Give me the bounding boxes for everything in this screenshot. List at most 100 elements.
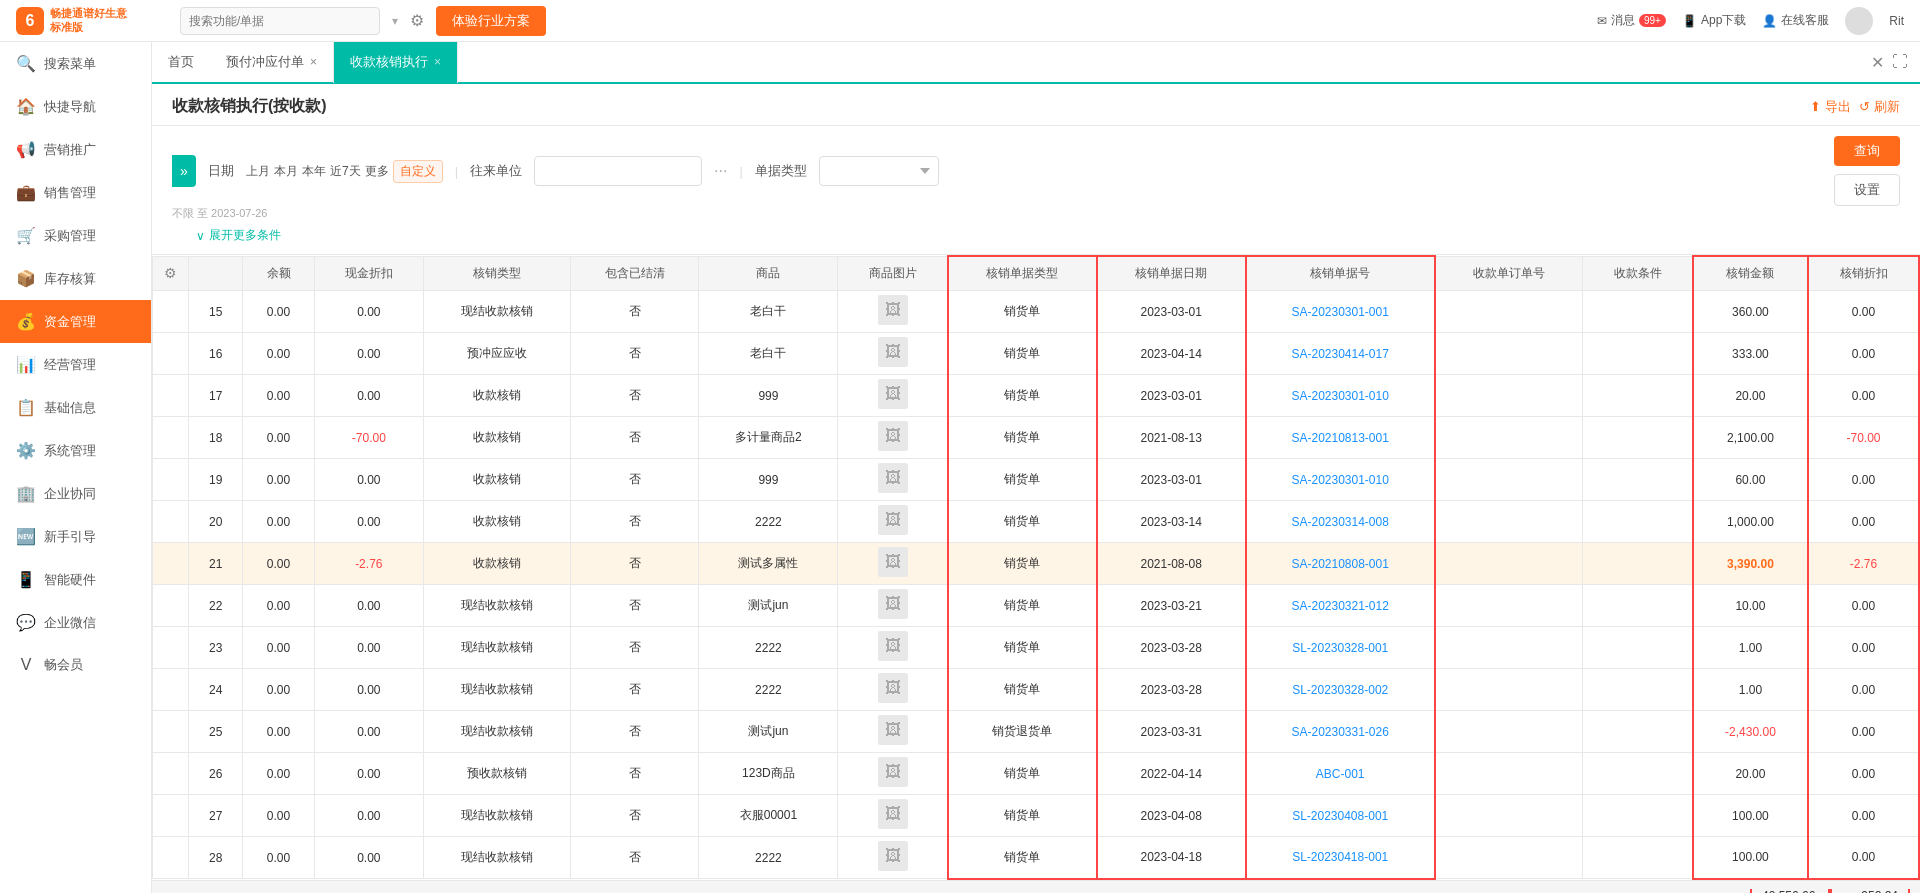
export-icon: ⬆ xyxy=(1810,99,1821,114)
td-include-settled-11: 否 xyxy=(571,753,699,795)
sidebar-item-smart-hw[interactable]: 📱 智能硬件 xyxy=(0,558,151,601)
td-include-settled-8: 否 xyxy=(571,627,699,669)
doc-no-link-2[interactable]: SA-20230301-010 xyxy=(1291,389,1388,403)
date-this-year[interactable]: 本年 xyxy=(302,163,326,180)
top-search-input[interactable] xyxy=(180,7,380,35)
tab-home[interactable]: 首页 xyxy=(152,42,210,83)
td-include-settled-3: 否 xyxy=(571,417,699,459)
sidebar-item-member[interactable]: V 畅会员 xyxy=(0,644,151,686)
voucher-type-select[interactable] xyxy=(819,156,939,186)
td-write-off-amount-2: 20.00 xyxy=(1693,375,1808,417)
sidebar-item-quick-nav[interactable]: 🏠 快捷导航 xyxy=(0,85,151,128)
td-write-off-discount-0: 0.00 xyxy=(1808,291,1919,333)
td-write-off-doc-no-12: SL-20230408-001 xyxy=(1246,795,1435,837)
date-7days[interactable]: 近7天 xyxy=(330,163,361,180)
sidebar-icon-wechat: 💬 xyxy=(16,613,36,632)
date-last-month[interactable]: 上月 xyxy=(246,163,270,180)
sidebar-item-guide[interactable]: 🆕 新手引导 xyxy=(0,515,151,558)
sidebar-item-marketing[interactable]: 📢 营销推广 xyxy=(0,128,151,171)
th-settings[interactable]: ⚙ xyxy=(153,256,189,291)
tab-close-receipt[interactable]: × xyxy=(434,55,441,69)
td-balance-11: 0.00 xyxy=(243,753,314,795)
sidebar-item-search-menu[interactable]: 🔍 搜索菜单 xyxy=(0,42,151,85)
date-this-month[interactable]: 本月 xyxy=(274,163,298,180)
doc-no-link-5[interactable]: SA-20230314-008 xyxy=(1291,515,1388,529)
svg-text:🖼: 🖼 xyxy=(885,847,901,864)
doc-no-link-8[interactable]: SL-20230328-001 xyxy=(1292,641,1388,655)
avatar[interactable] xyxy=(1845,7,1873,35)
sidebar-icon-enterprise: 🏢 xyxy=(16,484,36,503)
svg-text:🖼: 🖼 xyxy=(885,427,901,444)
td-row-num-0: 15 xyxy=(189,291,243,333)
date-more[interactable]: 更多 xyxy=(365,163,389,180)
table-row: 25 0.00 0.00 现结收款核销 否 测试jun 🖼 销货退货单 2023… xyxy=(153,711,1920,753)
counterparty-dots[interactable]: ··· xyxy=(714,162,727,180)
td-receipt-condition-0 xyxy=(1583,291,1693,333)
sidebar-item-inventory[interactable]: 📦 库存核算 xyxy=(0,257,151,300)
tab-prepay[interactable]: 预付冲应付单 × xyxy=(210,42,334,83)
doc-no-link-3[interactable]: SA-20210813-001 xyxy=(1291,431,1388,445)
date-custom-btn[interactable]: 自定义 xyxy=(393,160,443,183)
doc-no-link-9[interactable]: SL-20230328-002 xyxy=(1292,683,1388,697)
app-download-btn[interactable]: 📱 App下载 xyxy=(1682,12,1746,29)
td-settings-7 xyxy=(153,585,189,627)
filter-toggle-btn[interactable]: » xyxy=(172,155,196,187)
query-btn[interactable]: 查询 xyxy=(1834,136,1900,166)
settings-icon[interactable]: ⚙ xyxy=(164,265,177,281)
doc-no-link-13[interactable]: SL-20230418-001 xyxy=(1292,850,1388,864)
sidebar-item-purchase-mgmt[interactable]: 🛒 采购管理 xyxy=(0,214,151,257)
tab-close-prepay[interactable]: × xyxy=(310,55,317,69)
refresh-btn[interactable]: ↺ 刷新 xyxy=(1859,98,1900,116)
td-write-off-doc-no-2: SA-20230301-010 xyxy=(1246,375,1435,417)
sidebar-item-basic-info[interactable]: 📋 基础信息 xyxy=(0,386,151,429)
sidebar-icon-sys-mgmt: ⚙️ xyxy=(16,441,36,460)
td-receipt-order-no-0 xyxy=(1435,291,1583,333)
svg-text:🖼: 🖼 xyxy=(885,343,901,360)
td-write-off-type-7: 现结收款核销 xyxy=(423,585,570,627)
td-receipt-condition-9 xyxy=(1583,669,1693,711)
expand-more-btn[interactable]: ∨ 展开更多条件 xyxy=(196,227,1900,244)
sidebar-label-biz-mgmt: 经营管理 xyxy=(44,356,96,374)
td-product-5: 2222 xyxy=(699,501,838,543)
th-write-off-type: 核销类型 xyxy=(423,256,570,291)
expand-icon[interactable]: ⛶ xyxy=(1892,53,1908,71)
doc-no-link-4[interactable]: SA-20230301-010 xyxy=(1291,473,1388,487)
tab-receipt-write-off[interactable]: 收款核销执行 × xyxy=(334,42,458,83)
sidebar-item-sys-mgmt[interactable]: ⚙️ 系统管理 xyxy=(0,429,151,472)
gear-icon[interactable]: ⚙ xyxy=(410,11,424,30)
doc-no-link-0[interactable]: SA-20230301-001 xyxy=(1291,305,1388,319)
td-receipt-order-no-11 xyxy=(1435,753,1583,795)
close-all-icon[interactable]: ✕ xyxy=(1871,53,1884,72)
doc-no-link-10[interactable]: SA-20230331-026 xyxy=(1291,725,1388,739)
td-write-off-date-4: 2023-03-01 xyxy=(1097,459,1246,501)
sidebar-item-enterprise[interactable]: 🏢 企业协同 xyxy=(0,472,151,515)
doc-no-link-7[interactable]: SA-20230321-012 xyxy=(1291,599,1388,613)
doc-no-link-11[interactable]: ABC-001 xyxy=(1316,767,1365,781)
sidebar-item-sales-mgmt[interactable]: 💼 销售管理 xyxy=(0,171,151,214)
sidebar-item-wechat[interactable]: 💬 企业微信 xyxy=(0,601,151,644)
sidebar-item-biz-mgmt[interactable]: 📊 经营管理 xyxy=(0,343,151,386)
td-cash-discount-8: 0.00 xyxy=(314,627,423,669)
doc-no-link-6[interactable]: SA-20210808-001 xyxy=(1291,557,1388,571)
doc-no-link-1[interactable]: SA-20230414-017 xyxy=(1291,347,1388,361)
sidebar-item-fund-mgmt[interactable]: 💰 资金管理 xyxy=(0,300,151,343)
trial-btn[interactable]: 体验行业方案 xyxy=(436,6,546,36)
online-service-btn[interactable]: 👤 在线客服 xyxy=(1762,12,1829,29)
doc-no-link-12[interactable]: SL-20230408-001 xyxy=(1292,809,1388,823)
sidebar-icon-sales-mgmt: 💼 xyxy=(16,183,36,202)
td-product-image-9: 🖼 xyxy=(838,669,948,711)
td-write-off-discount-5: 0.00 xyxy=(1808,501,1919,543)
logo-text: 畅捷通谱好生意 标准版 xyxy=(50,7,127,33)
counterparty-input[interactable] xyxy=(534,156,702,186)
chevron-down-icon[interactable]: ▾ xyxy=(392,14,398,28)
setting-btn[interactable]: 设置 xyxy=(1834,174,1900,206)
svg-text:🖼: 🖼 xyxy=(885,763,901,780)
message-btn[interactable]: ✉ 消息 99+ xyxy=(1597,12,1666,29)
th-write-off-doc-no: 核销单据号 xyxy=(1246,256,1435,291)
export-btn[interactable]: ⬆ 导出 xyxy=(1810,98,1851,116)
td-receipt-order-no-9 xyxy=(1435,669,1583,711)
td-settings-1 xyxy=(153,333,189,375)
table-container: ⚙ 余额 现金折扣 核销类型 包含已结清 商品 商品图片 核销单据类型 核销单据… xyxy=(152,255,1920,893)
sidebar-icon-guide: 🆕 xyxy=(16,527,36,546)
th-receipt-condition: 收款条件 xyxy=(1583,256,1693,291)
